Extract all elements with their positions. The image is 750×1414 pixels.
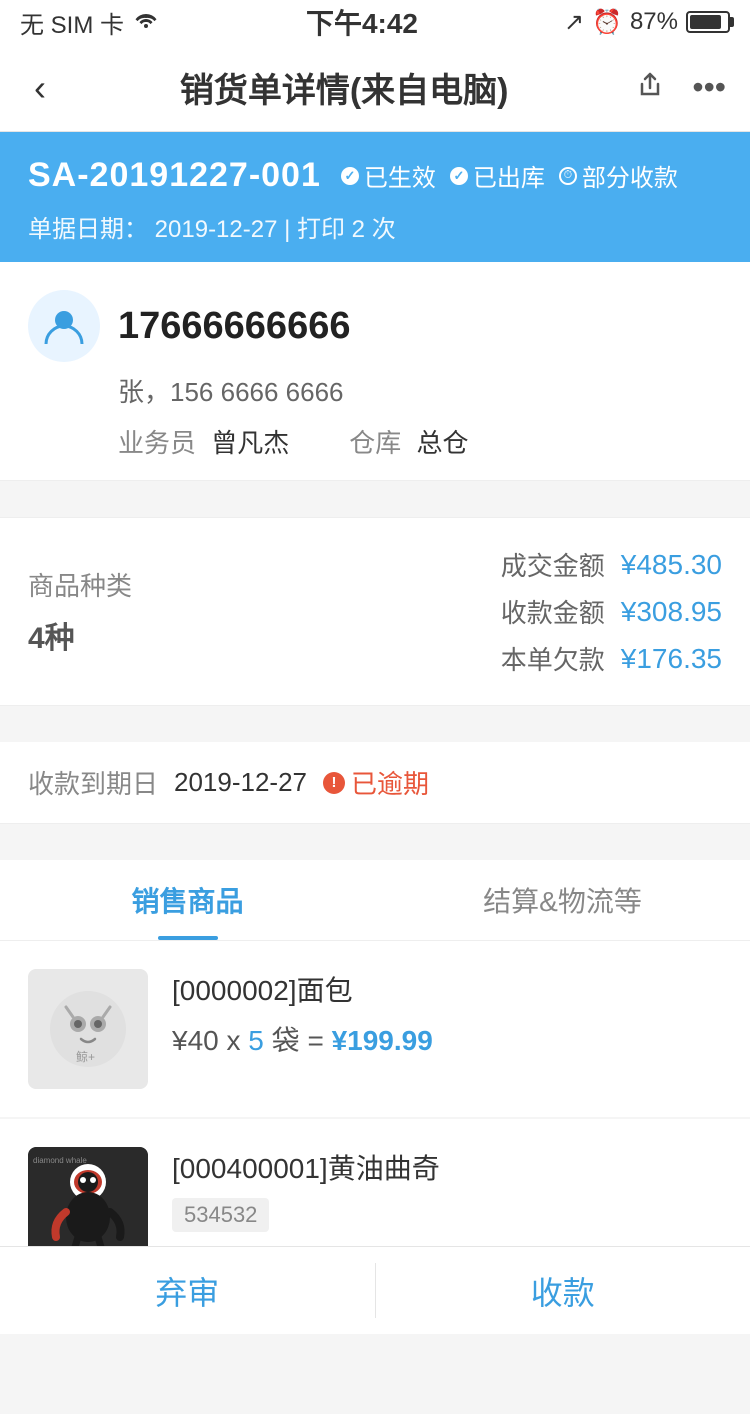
product-info: [0000002]面包 ¥40 x 5 袋 = ¥199.99 xyxy=(172,969,722,1059)
status-bar: 无 SIM 卡 下午4:42 ↗ ⏰ 87% xyxy=(0,0,750,44)
payment-row: 收款金额 ¥308.95 xyxy=(501,593,722,630)
bottom-bar: 弃审 收款 xyxy=(0,1246,750,1334)
back-button[interactable]: ‹ xyxy=(24,57,56,119)
customer-name: 17666666666 xyxy=(118,305,350,348)
more-icon[interactable]: ••• xyxy=(692,69,726,106)
product-tag: 534532 xyxy=(172,1198,269,1232)
stats-section: 商品种类 4种 成交金额 ¥485.30 收款金额 ¥308.95 本单欠款 ¥… xyxy=(0,517,750,706)
order-banner: SA-20191227-001 已生效 已出库 ⏱ 部分收款 单据日期： 201… xyxy=(0,132,750,262)
stats-left: 商品种类 4种 xyxy=(28,546,132,677)
battery-text: 87% xyxy=(630,8,678,36)
svg-text:diamond whale: diamond whale xyxy=(33,1156,87,1165)
location-icon: ↗ xyxy=(564,8,584,37)
due-section: 收款到期日 2019-12-27 ! 已逾期 xyxy=(0,742,750,824)
share-icon[interactable] xyxy=(632,66,668,110)
tabs-section: 销售商品 结算&物流等 xyxy=(0,860,750,941)
payment-value: ¥308.95 xyxy=(621,596,722,628)
avatar xyxy=(28,290,100,362)
status-partial-payment: ⏱ 部分收款 xyxy=(559,158,678,193)
banner-date: 单据日期： 2019-12-27 | 打印 2 次 xyxy=(28,209,722,244)
product-name: [0000002]面包 xyxy=(172,969,722,1009)
carrier-text: 无 SIM 卡 xyxy=(20,5,124,40)
status-right: ↗ ⏰ 87% xyxy=(564,8,730,37)
order-id: SA-20191227-001 xyxy=(28,156,321,195)
due-date-value: 2019-12-27 xyxy=(174,767,307,798)
status-activated: 已生效 xyxy=(341,158,436,193)
product-name: [000400001]黄油曲奇 xyxy=(172,1147,722,1187)
amount-value: ¥485.30 xyxy=(621,549,722,581)
status-shipped: 已出库 xyxy=(450,158,545,193)
page-title: 销货单详情(来自电脑) xyxy=(180,63,509,112)
status-left: 无 SIM 卡 xyxy=(20,5,160,40)
wifi-icon xyxy=(132,8,160,36)
customer-row: 17666666666 xyxy=(28,290,722,362)
product-qty: 5 xyxy=(248,1025,264,1056)
debt-value: ¥176.35 xyxy=(621,643,722,675)
product-total: ¥199.99 xyxy=(332,1025,433,1056)
overdue-badge: ! 已逾期 xyxy=(323,764,429,801)
salesperson-name: 曾凡杰 xyxy=(211,428,289,458)
tabs-row: 销售商品 结算&物流等 xyxy=(0,860,750,940)
product-types-count: 4种 xyxy=(28,613,132,657)
warehouse-name: 总仓 xyxy=(417,428,469,458)
overdue-label: 已逾期 xyxy=(351,764,429,801)
alarm-icon: ⏰ xyxy=(592,8,622,37)
nav-bar: ‹ 销货单详情(来自电脑) ••• xyxy=(0,44,750,132)
status-time: 下午4:42 xyxy=(306,2,418,42)
product-card: 鲸+ [0000002]面包 ¥40 x 5 袋 = ¥199.99 xyxy=(0,941,750,1117)
product-price-row: ¥40 x 5 袋 = ¥199.99 xyxy=(172,1019,722,1059)
salesperson-info: 业务员 曾凡杰 xyxy=(118,423,289,460)
product-types-label: 商品种类 xyxy=(28,566,132,603)
cancel-button[interactable]: 弃审 xyxy=(0,1247,375,1334)
confirm-button[interactable]: 收款 xyxy=(376,1247,750,1334)
customer-meta: 业务员 曾凡杰 仓库 总仓 xyxy=(118,423,722,460)
tab-settlement[interactable]: 结算&物流等 xyxy=(375,860,750,940)
stats-grid: 商品种类 4种 成交金额 ¥485.30 收款金额 ¥308.95 本单欠款 ¥… xyxy=(28,546,722,677)
customer-sub: 张，156 6666 6666 xyxy=(118,372,722,409)
customer-section: 17666666666 张，156 6666 6666 业务员 曾凡杰 仓库 总… xyxy=(0,262,750,481)
svg-text:鲸+: 鲸+ xyxy=(76,1049,95,1064)
tab-sales[interactable]: 销售商品 xyxy=(0,860,375,940)
stats-right: 成交金额 ¥485.30 收款金额 ¥308.95 本单欠款 ¥176.35 xyxy=(501,546,722,677)
overdue-icon: ! xyxy=(323,772,345,794)
nav-actions: ••• xyxy=(632,66,726,110)
debt-row: 本单欠款 ¥176.35 xyxy=(501,640,722,677)
due-label: 收款到期日 xyxy=(28,764,158,801)
amount-row: 成交金额 ¥485.30 xyxy=(501,546,722,583)
product-unit: 袋 xyxy=(272,1025,300,1056)
warehouse-info: 仓库 总仓 xyxy=(349,423,468,460)
status-tags: 已生效 已出库 ⏱ 部分收款 xyxy=(341,158,678,193)
product-thumbnail: 鲸+ xyxy=(28,969,148,1089)
product-price: ¥40 xyxy=(172,1025,219,1056)
battery-icon xyxy=(686,11,730,33)
banner-top: SA-20191227-001 已生效 已出库 ⏱ 部分收款 xyxy=(28,156,722,195)
